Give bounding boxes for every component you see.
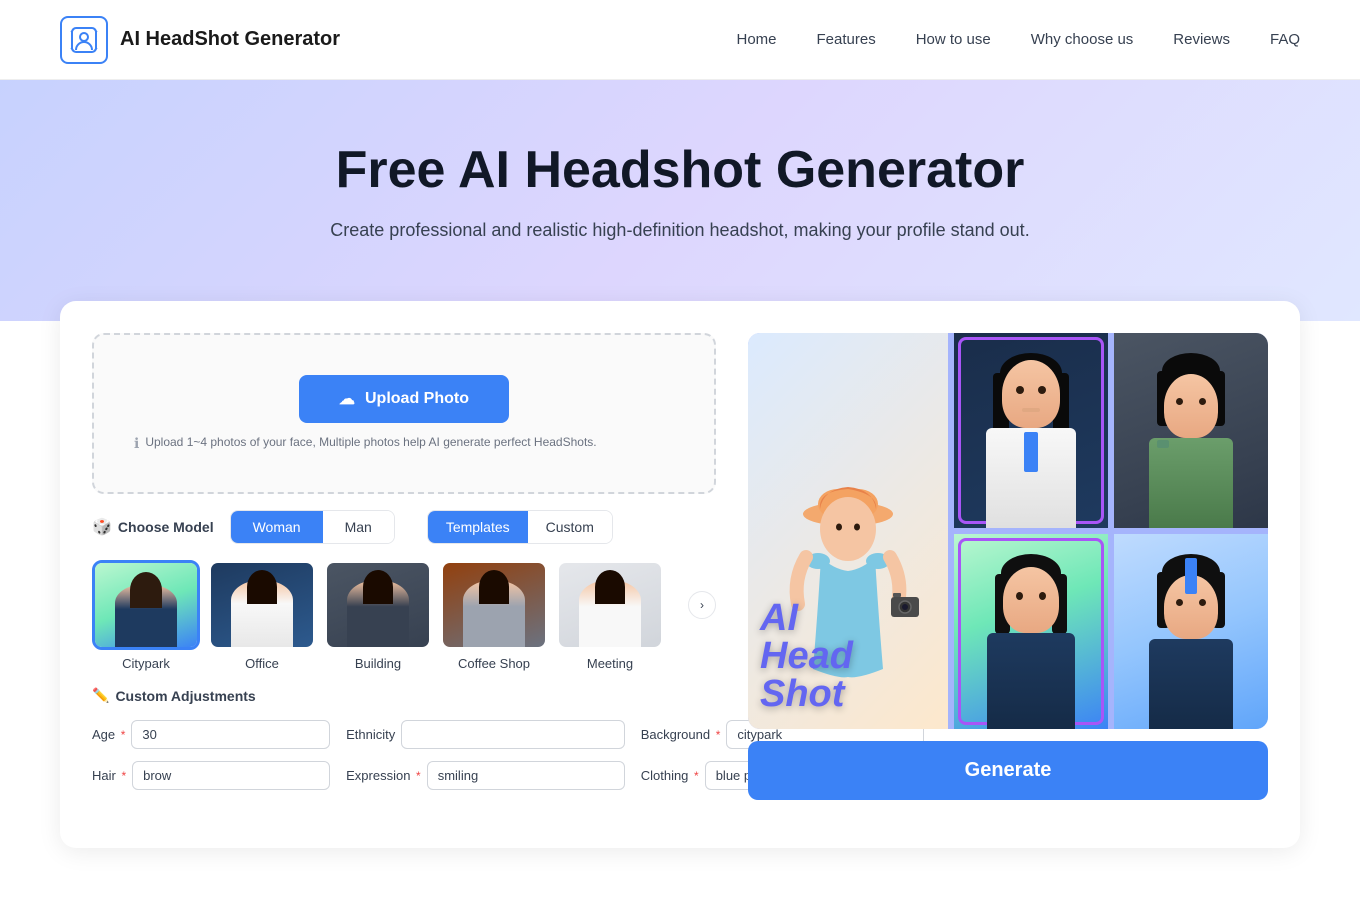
scene-citypark-img (92, 560, 200, 650)
upload-hint: ℹ Upload 1~4 photos of your face, Multip… (134, 435, 674, 452)
nav-reviews[interactable]: Reviews (1173, 31, 1230, 48)
scene-meeting[interactable]: Meeting (556, 560, 664, 671)
age-field: Age * (92, 720, 330, 749)
expression-label: Expression * (346, 768, 421, 783)
preview-cell-illustration: AIHeadShot (748, 333, 948, 729)
hair-input[interactable] (132, 761, 330, 790)
upload-area: ☁ Upload Photo ℹ Upload 1~4 photos of yo… (92, 333, 716, 494)
nav-links: Home Features How to use Why choose us R… (736, 31, 1300, 48)
scene-citypark-label: Citypark (122, 656, 170, 671)
scene-office-img (208, 560, 316, 650)
upload-button[interactable]: ☁ Upload Photo (299, 375, 509, 423)
upload-cloud-icon: ☁ (339, 389, 355, 409)
preview-cell-green (1114, 333, 1268, 528)
scene-building-label: Building (355, 656, 401, 671)
ethnicity-label: Ethnicity (346, 727, 395, 742)
adj-grid: Age * Ethnicity Background * Hair * (92, 720, 716, 790)
model-label: 🎲 Choose Model (92, 517, 214, 537)
nav-faq[interactable]: FAQ (1270, 31, 1300, 48)
hair-field: Hair * (92, 761, 330, 790)
template-templates-button[interactable]: Templates (428, 511, 528, 543)
scene-coffee-shop-img (440, 560, 548, 650)
scene-building-img (324, 560, 432, 650)
custom-adj-label-text: Custom Adjustments (115, 688, 255, 704)
model-row: 🎲 Choose Model Woman Man Templates Custo… (92, 510, 716, 544)
model-icon: 🎲 (92, 517, 112, 537)
hero-subtitle: Create professional and realistic high-d… (60, 220, 1300, 241)
model-label-text: Choose Model (118, 519, 214, 535)
scene-meeting-label: Meeting (587, 656, 633, 671)
hair-label: Hair * (92, 768, 126, 783)
expression-field: Expression * (346, 761, 625, 790)
template-toggle: Templates Custom (427, 510, 613, 544)
custom-adj-icon: ✏️ (92, 687, 109, 704)
right-panel: AIHeadShot (748, 333, 1268, 800)
scenes-row: Citypark Office (92, 560, 716, 671)
template-custom-button[interactable]: Custom (528, 511, 612, 543)
scene-meeting-img (556, 560, 664, 650)
scenes-next-button[interactable]: › (688, 591, 716, 619)
left-panel: ☁ Upload Photo ℹ Upload 1~4 photos of yo… (92, 333, 716, 800)
nav-how-to-use[interactable]: How to use (916, 31, 991, 48)
hero-title: Free AI Headshot Generator (60, 140, 1300, 200)
generate-btn-wrap: Generate (748, 741, 1268, 800)
ethnicity-input[interactable] (401, 720, 624, 749)
nav-home[interactable]: Home (736, 31, 776, 48)
logo-text: AI HeadShot Generator (120, 28, 340, 51)
scene-coffee-shop[interactable]: Coffee Shop (440, 560, 548, 671)
upload-hint-text: Upload 1~4 photos of your face, Multiple… (145, 435, 596, 449)
preview-cell-outdoor1 (954, 534, 1108, 729)
model-man-button[interactable]: Man (323, 511, 394, 543)
scene-office-label: Office (245, 656, 279, 671)
age-label: Age * (92, 727, 125, 742)
model-toggle: Woman Man (230, 510, 395, 544)
ethnicity-field: Ethnicity (346, 720, 625, 749)
clothing-label: Clothing * (641, 768, 699, 783)
ai-text-overlay: AIHeadShot (760, 599, 853, 713)
nav-features[interactable]: Features (817, 31, 876, 48)
main-card: ☁ Upload Photo ℹ Upload 1~4 photos of yo… (60, 301, 1300, 848)
upload-button-label: Upload Photo (365, 390, 469, 408)
preview-cell-building (1114, 534, 1268, 729)
logo: AI HeadShot Generator (60, 16, 340, 64)
expression-input[interactable] (427, 761, 625, 790)
model-woman-button[interactable]: Woman (231, 511, 323, 543)
custom-adjustments: ✏️ Custom Adjustments Age * Ethnicity Ba… (92, 687, 716, 790)
background-label: Background * (641, 727, 721, 742)
nav-why-choose-us[interactable]: Why choose us (1031, 31, 1134, 48)
age-input[interactable] (131, 720, 330, 749)
scene-building[interactable]: Building (324, 560, 432, 671)
generate-button[interactable]: Generate (748, 741, 1268, 800)
scene-office[interactable]: Office (208, 560, 316, 671)
info-icon: ℹ (134, 435, 139, 452)
preview-grid: AIHeadShot (748, 333, 1268, 729)
navbar: AI HeadShot Generator Home Features How … (0, 0, 1360, 80)
custom-adj-label: ✏️ Custom Adjustments (92, 687, 716, 704)
hero-section: Free AI Headshot Generator Create profes… (0, 80, 1360, 321)
scene-coffee-shop-label: Coffee Shop (458, 656, 530, 671)
scene-citypark[interactable]: Citypark (92, 560, 200, 671)
preview-cell-office1 (954, 333, 1108, 528)
logo-icon (60, 16, 108, 64)
